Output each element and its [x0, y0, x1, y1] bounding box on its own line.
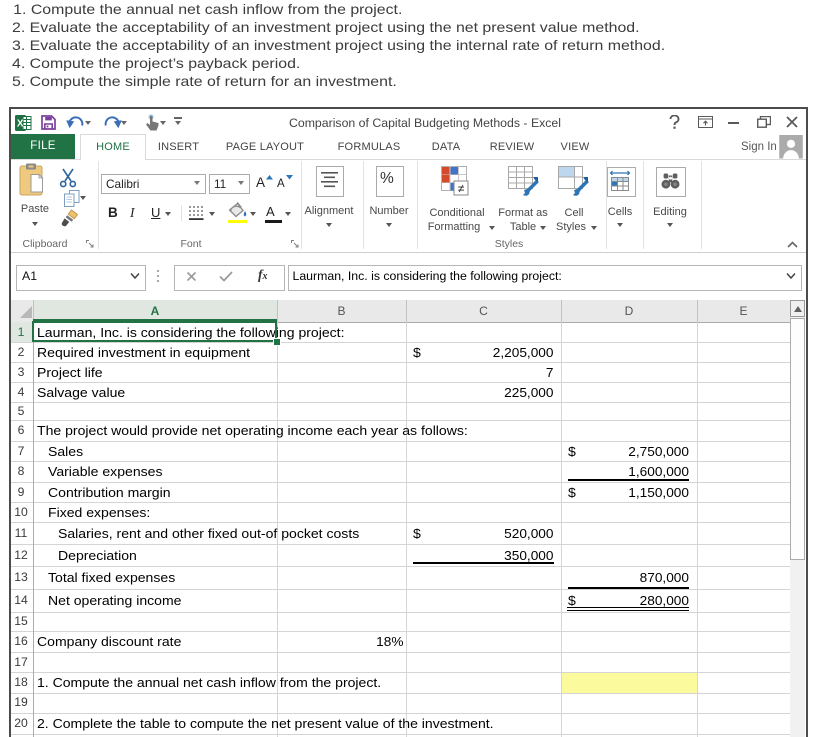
- svg-text:≠: ≠: [458, 182, 465, 196]
- svg-text:X: X: [17, 119, 24, 130]
